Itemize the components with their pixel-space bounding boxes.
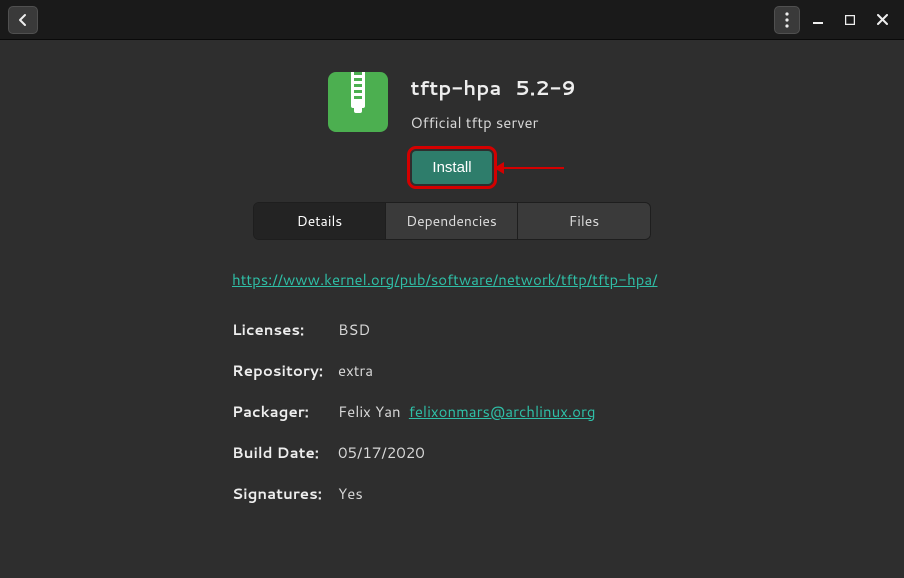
- tabs: Details Dependencies Files: [253, 202, 651, 240]
- install-row: Install: [412, 151, 491, 184]
- minimize-icon: [813, 15, 823, 25]
- close-icon: [877, 14, 888, 25]
- licenses-value: BSD: [338, 319, 370, 340]
- menu-button[interactable]: [774, 6, 800, 34]
- packager-email-link[interactable]: felixonmars@archlinux.org: [409, 401, 596, 422]
- package-archive-icon: [328, 72, 388, 132]
- signatures-label: Signatures:: [232, 483, 338, 504]
- package-version: 5.2-9: [515, 74, 575, 102]
- row-repository: Repository: extra: [232, 360, 672, 381]
- row-licenses: Licenses: BSD: [232, 319, 672, 340]
- row-signatures: Signatures: Yes: [232, 483, 672, 504]
- packager-label: Packager:: [232, 401, 338, 422]
- tab-files[interactable]: Files: [518, 203, 650, 239]
- packager-name: Felix Yan: [338, 401, 401, 422]
- repository-value: extra: [338, 360, 373, 381]
- content-area: tftp-hpa 5.2-9 Official tftp server Inst…: [0, 40, 904, 524]
- close-button[interactable]: [868, 6, 896, 34]
- kebab-menu-icon: [785, 12, 789, 28]
- back-button[interactable]: [8, 6, 38, 34]
- annotation-arrow: [502, 167, 564, 169]
- minimize-button[interactable]: [804, 6, 832, 34]
- tab-details[interactable]: Details: [254, 203, 386, 239]
- maximize-icon: [845, 15, 855, 25]
- row-builddate: Build Date: 05/17/2020: [232, 442, 672, 463]
- package-header: tftp-hpa 5.2-9 Official tftp server: [328, 72, 575, 133]
- package-description: Official tftp server: [410, 112, 575, 133]
- repository-label: Repository:: [232, 360, 338, 381]
- maximize-button[interactable]: [836, 6, 864, 34]
- install-button[interactable]: Install: [412, 151, 491, 184]
- package-name: tftp-hpa: [410, 74, 501, 102]
- builddate-label: Build Date:: [232, 442, 338, 463]
- signatures-value: Yes: [338, 483, 363, 504]
- arrow-left-icon: [15, 12, 31, 28]
- details-panel: https://www.kernel.org/pub/software/netw…: [232, 268, 672, 524]
- tab-dependencies[interactable]: Dependencies: [386, 203, 518, 239]
- row-packager: Packager: Felix Yan felixonmars@archlinu…: [232, 401, 672, 422]
- package-url-link[interactable]: https://www.kernel.org/pub/software/netw…: [232, 269, 658, 290]
- header-bar: [0, 0, 904, 40]
- licenses-label: Licenses:: [232, 319, 338, 340]
- builddate-value: 05/17/2020: [338, 442, 425, 463]
